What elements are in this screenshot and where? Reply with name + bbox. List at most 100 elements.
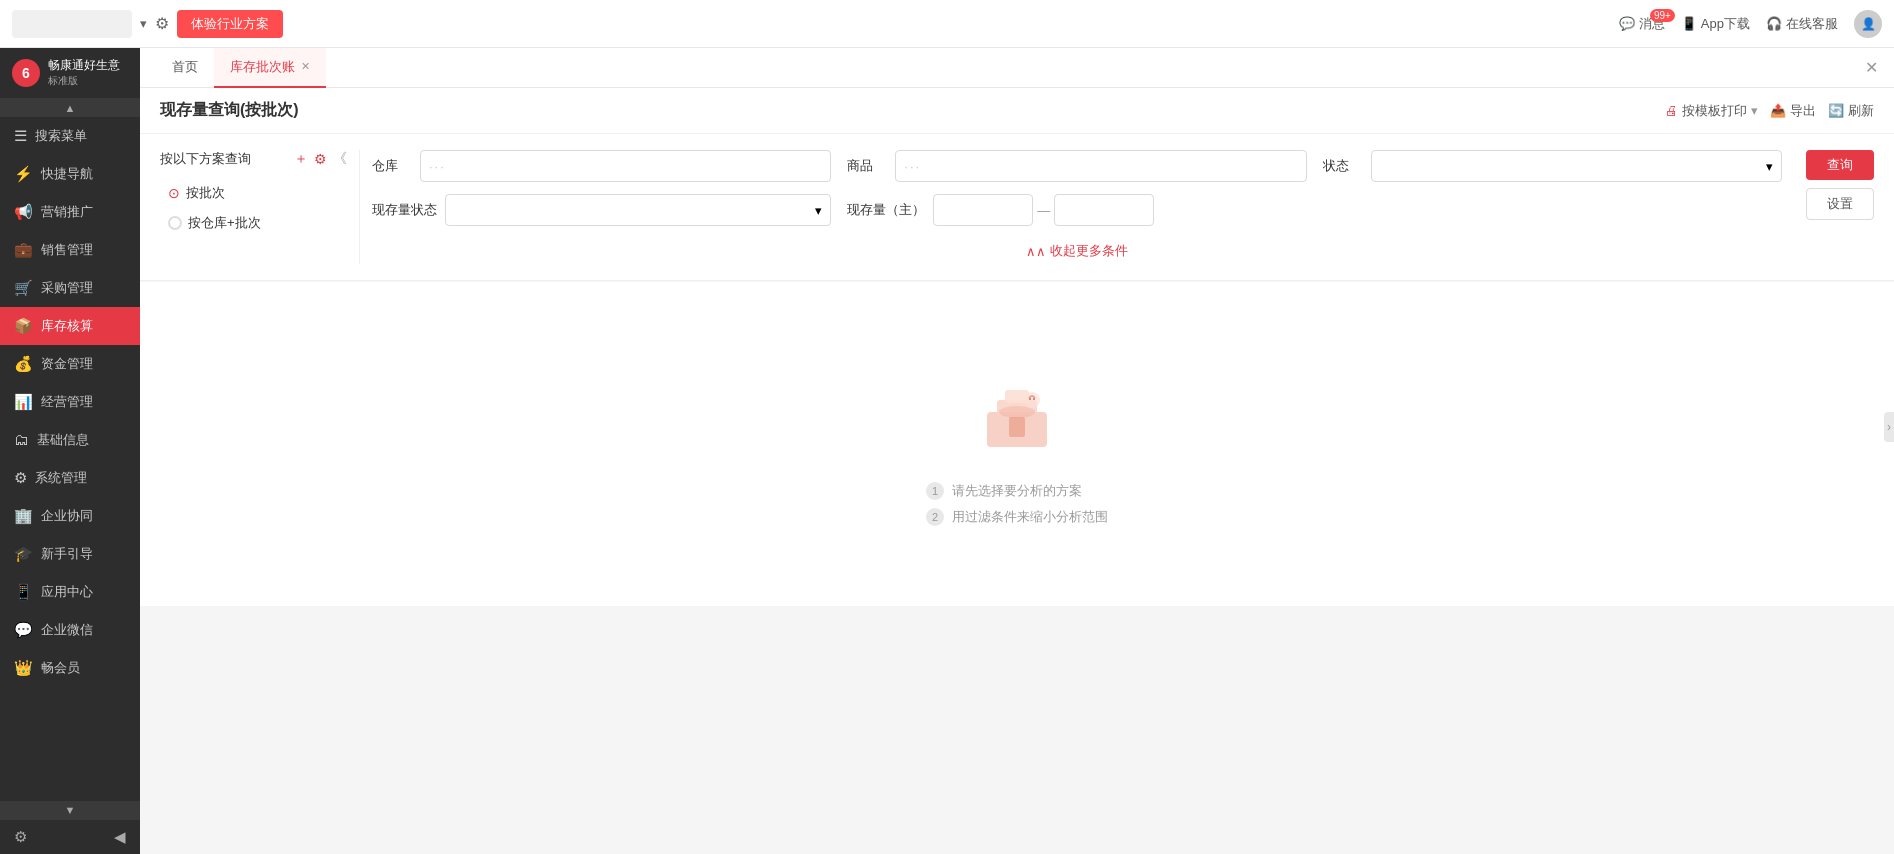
sidebar-header: 6 畅康通好生意 标准版 [0,48,140,99]
tab-bar: 首页 库存批次账 ✕ ✕ [140,48,1894,88]
online-service-btn[interactable]: 🎧 在线客服 [1766,15,1838,33]
sales-icon: 💼 [14,241,33,259]
tab-close-icon[interactable]: ✕ [301,60,310,73]
tab-inventory-batch-label: 库存批次账 [230,58,295,76]
add-scheme-icon[interactable]: ＋ [294,150,308,168]
sidebar-item-operations[interactable]: 📊 经营管理 [0,383,140,421]
online-service-label: 在线客服 [1786,15,1838,33]
sidebar-logo: 6 [12,59,40,87]
message-icon: 💬 [1619,16,1635,31]
filter-actions: 查询 设置 [1806,150,1874,264]
scheme-by-batch[interactable]: ⊙ 按批次 [160,178,347,208]
refresh-label: 刷新 [1848,102,1874,120]
app-download-btn[interactable]: 📱 App下载 [1681,15,1750,33]
top-nav-right: 💬 消息 99+ 📱 App下载 🎧 在线客服 👤 [1619,10,1882,38]
messages-btn[interactable]: 💬 消息 99+ [1619,15,1665,33]
search-box[interactable] [12,10,132,38]
status-dropdown-icon: ▾ [1766,159,1773,174]
newbie-icon: 🎓 [14,545,33,563]
sidebar-item-wechat[interactable]: 💬 企业微信 [0,611,140,649]
member-icon: 👑 [14,659,33,677]
print-dropdown-icon[interactable]: ▾ [1751,103,1758,118]
goods-dots: ··· [904,159,921,174]
sidebar-label-system: 系统管理 [35,469,87,487]
main-layout: 6 畅康通好生意 标准版 ▲ ☰ 搜索菜单 ⚡ 快捷导航 📢 营销推广 💼 [0,48,1894,854]
scheme-title-text: 按以下方案查询 [160,150,251,168]
query-btn[interactable]: 查询 [1806,150,1874,180]
stock-qty-to[interactable] [1054,194,1154,226]
export-btn[interactable]: 📤 导出 [1770,102,1816,120]
marketing-icon: 📢 [14,203,33,221]
stock-qty-range: — [933,194,1154,226]
sidebar-item-inventory[interactable]: 📦 库存核算 [0,307,140,345]
right-expand-btn[interactable]: › [1884,412,1894,442]
gear-icon[interactable]: ⚙ [155,14,169,33]
refresh-btn[interactable]: 🔄 刷新 [1828,102,1874,120]
filter-scheme-panel: 按以下方案查询 ＋ ⚙ 《 ⊙ 按批次 按仓库+批次 [160,150,360,264]
experience-btn[interactable]: 体验行业方案 [177,10,283,38]
stock-qty-from[interactable] [933,194,1033,226]
tab-inventory-batch[interactable]: 库存批次账 ✕ [214,48,326,88]
sidebar-label-sales: 销售管理 [41,241,93,259]
sidebar: 6 畅康通好生意 标准版 ▲ ☰ 搜索菜单 ⚡ 快捷导航 📢 营销推广 💼 [0,48,140,854]
goods-input[interactable]: ··· [895,150,1306,182]
search-menu-icon: ☰ [14,127,27,145]
sidebar-item-finance[interactable]: 💰 资金管理 [0,345,140,383]
sidebar-item-search-menu[interactable]: ☰ 搜索菜单 [0,117,140,155]
sidebar-item-quick-nav[interactable]: ⚡ 快捷导航 [0,155,140,193]
sidebar-item-system[interactable]: ⚙ 系统管理 [0,459,140,497]
inventory-icon: 📦 [14,317,33,335]
footer-settings-icon[interactable]: ⚙ [14,828,27,846]
purchase-icon: 🛒 [14,279,33,297]
sidebar-item-marketing[interactable]: 📢 营销推广 [0,193,140,231]
print-btn[interactable]: 🖨 按模板打印 ▾ [1665,102,1758,120]
sidebar-label-marketing: 营销推广 [41,203,93,221]
batch-filter-icon: ⊙ [168,185,180,201]
sidebar-item-purchase[interactable]: 🛒 采购管理 [0,269,140,307]
collapse-more-btn[interactable]: ∧∧ 收起更多条件 [372,238,1782,264]
stock-status-select[interactable]: ▾ [445,194,831,226]
footer-collapse-icon[interactable]: ◀ [114,828,126,846]
sidebar-item-sales[interactable]: 💼 销售管理 [0,231,140,269]
sidebar-scroll-up[interactable]: ▲ [0,99,140,117]
sidebar-item-basics[interactable]: 🗂 基础信息 [0,421,140,459]
operations-icon: 📊 [14,393,33,411]
sidebar-label-app-center: 应用中心 [41,583,93,601]
setting-scheme-icon[interactable]: ⚙ [314,151,327,167]
sidebar-label-enterprise: 企业协同 [41,507,93,525]
settings-btn[interactable]: 设置 [1806,188,1874,220]
basics-icon: 🗂 [14,431,29,448]
sidebar-item-enterprise[interactable]: 🏢 企业协同 [0,497,140,535]
tab-home[interactable]: 首页 [156,48,214,88]
sidebar-brand: 畅康通好生意 标准版 [48,58,120,88]
status-select[interactable]: ▾ [1371,150,1782,182]
tab-close-global-icon[interactable]: ✕ [1865,58,1878,77]
page-header: 现存量查询(按批次) 🖨 按模板打印 ▾ 📤 导出 🔄 刷新 [140,88,1894,134]
top-nav-left: ▾ ⚙ 体验行业方案 [12,10,1611,38]
user-avatar[interactable]: 👤 [1854,10,1882,38]
svg-rect-4 [1009,417,1025,437]
sidebar-item-app-center[interactable]: 📱 应用中心 [0,573,140,611]
sidebar-scroll-down[interactable]: ▼ [0,801,140,819]
filter-field-stock-qty: 现存量（主） — [847,194,1306,226]
export-icon: 📤 [1770,103,1786,118]
sidebar-label-purchase: 采购管理 [41,279,93,297]
stock-status-label: 现存量状态 [372,201,437,219]
service-icon: 🎧 [1766,16,1782,31]
app-center-icon: 📱 [14,583,33,601]
warehouse-label: 仓库 [372,157,412,175]
sidebar-label-quick-nav: 快捷导航 [41,165,93,183]
print-icon: 🖨 [1665,103,1678,118]
sidebar-label-member: 畅会员 [41,659,80,677]
sidebar-label-finance: 资金管理 [41,355,93,373]
dropdown-arrow-icon[interactable]: ▾ [140,16,147,31]
refresh-icon: 🔄 [1828,103,1844,118]
collapse-scheme-icon[interactable]: 《 [333,150,347,168]
warehouse-input[interactable]: ··· [420,150,831,182]
sidebar-item-newbie[interactable]: 🎓 新手引导 [0,535,140,573]
collapse-up-icon: ∧∧ [1026,244,1046,259]
status-label: 状态 [1323,157,1363,175]
scheme-by-warehouse-batch[interactable]: 按仓库+批次 [160,208,347,238]
sidebar-item-member[interactable]: 👑 畅会员 [0,649,140,687]
content-area: 首页 库存批次账 ✕ ✕ 现存量查询(按批次) 🖨 按模板打印 ▾ [140,48,1894,854]
